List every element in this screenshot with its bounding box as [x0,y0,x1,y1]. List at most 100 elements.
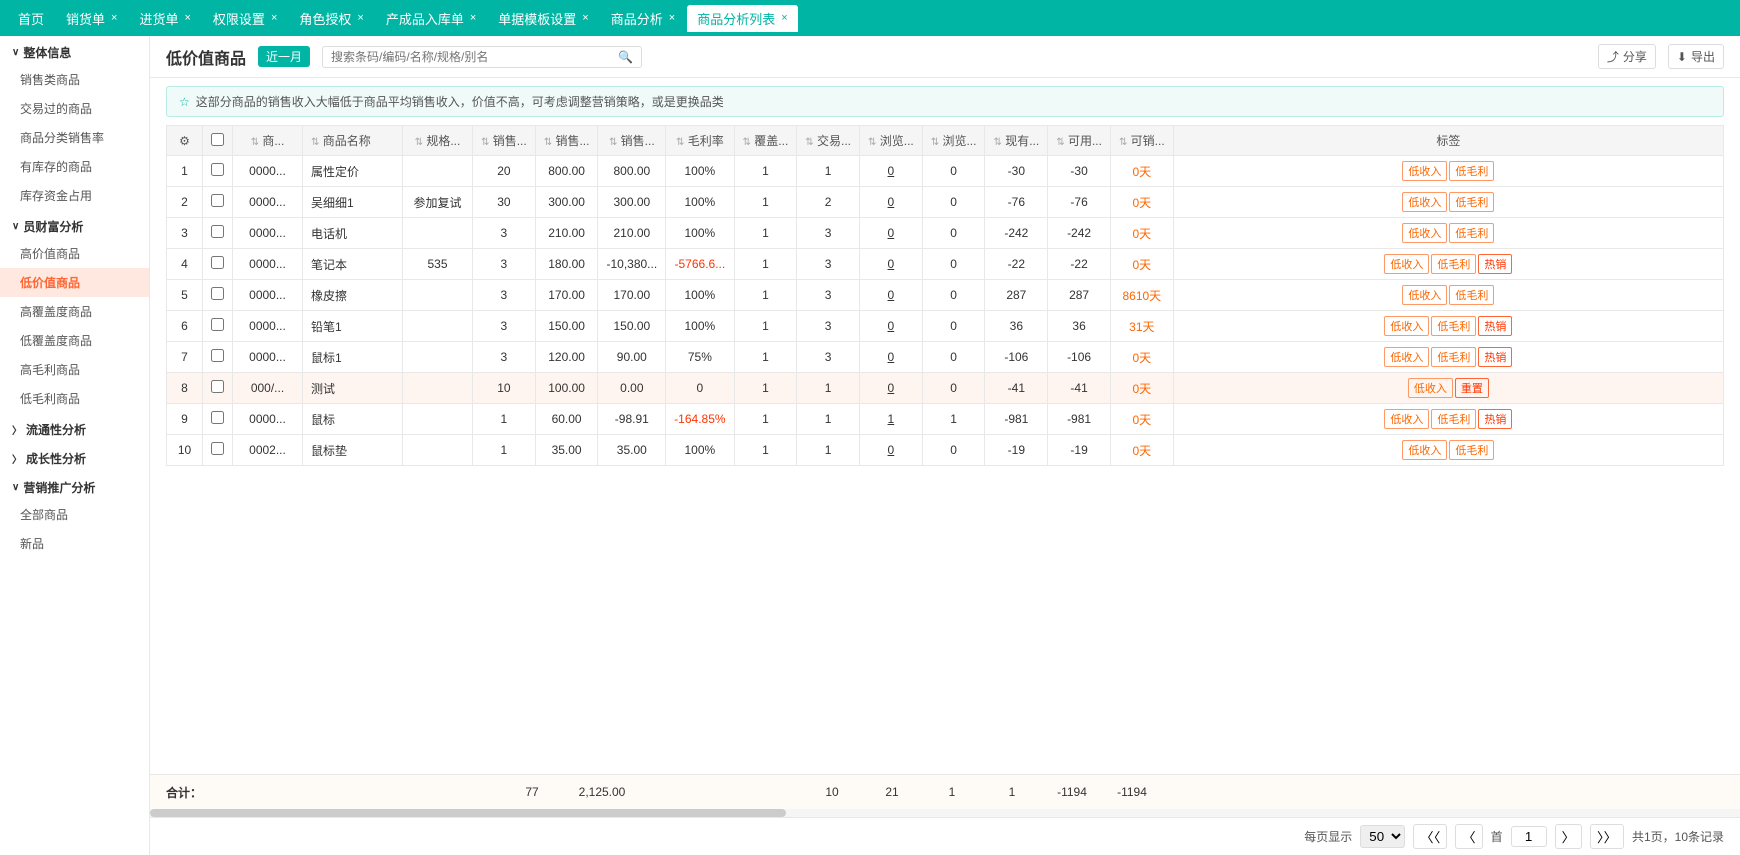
sidebar-group-liquidity[interactable]: 〉 流通性分析 [0,413,149,442]
th-code[interactable]: ⇅ 商... [233,126,303,156]
sidebar-item-low-margin[interactable]: 低毛利商品 [0,384,149,413]
nav-sales[interactable]: 销货单 × [56,5,127,32]
sidebar-group-growth[interactable]: 〉 成长性分析 [0,442,149,471]
browse-link[interactable]: 0 [888,381,895,395]
browse-link[interactable]: 0 [888,288,895,302]
sidebar-item-new-goods[interactable]: 新品 [0,529,149,558]
row-checkbox[interactable] [211,442,224,455]
per-page-select[interactable]: 50 [1360,825,1405,848]
sidebar-item-stock-fund[interactable]: 库存资金占用 [0,181,149,210]
th-margin[interactable]: ⇅ 毛利率 [666,126,734,156]
row-browse1[interactable]: 1 [860,404,923,435]
th-sales1[interactable]: ⇅ 销售... [473,126,536,156]
row-browse1[interactable]: 0 [860,187,923,218]
row-browse1[interactable]: 0 [860,311,923,342]
row-checkbox[interactable] [211,287,224,300]
nav-product-stock[interactable]: 产成品入库单 × [376,5,486,32]
sidebar-group-marketing[interactable]: ∨ 营销推广分析 [0,471,149,500]
row-checkbox-cell[interactable] [203,280,233,311]
nav-goods-analysis-list[interactable]: 商品分析列表 × [687,5,797,32]
page-last-btn[interactable]: 〉〉 [1590,824,1624,849]
row-checkbox[interactable] [211,163,224,176]
page-prev-btn[interactable]: 〈 [1455,824,1482,849]
row-checkbox[interactable] [211,349,224,362]
nav-close-product-stock[interactable]: × [470,12,476,24]
th-browse2[interactable]: ⇅ 浏览... [922,126,985,156]
row-checkbox-cell[interactable] [203,404,233,435]
th-coverage[interactable]: ⇅ 覆盖... [734,126,797,156]
nav-home[interactable]: 首页 [8,5,54,32]
nav-close-permission[interactable]: × [271,12,277,24]
row-checkbox-cell[interactable] [203,156,233,187]
horizontal-scrollbar[interactable] [150,809,1740,817]
search-icon[interactable]: 🔍 [618,50,633,64]
nav-close-purchase[interactable]: × [184,12,190,24]
sidebar-item-category-sales-rate[interactable]: 商品分类销售率 [0,123,149,152]
sidebar-item-all-goods[interactable]: 全部商品 [0,500,149,529]
row-browse1[interactable]: 0 [860,435,923,466]
row-browse1[interactable]: 0 [860,280,923,311]
browse-link[interactable]: 0 [888,164,895,178]
nav-close-sales[interactable]: × [111,12,117,24]
th-sales2[interactable]: ⇅ 销售... [535,126,598,156]
th-trade[interactable]: ⇅ 交易... [797,126,860,156]
th-stock3[interactable]: ⇅ 可销... [1110,126,1173,156]
sidebar-group-finance[interactable]: ∨ 员财富分析 [0,210,149,239]
th-settings[interactable]: ⚙ [167,126,203,156]
page-first-btn[interactable]: 〈〈 [1413,824,1447,849]
row-checkbox-cell[interactable] [203,342,233,373]
row-browse1[interactable]: 0 [860,156,923,187]
row-checkbox[interactable] [211,256,224,269]
nav-close-template[interactable]: × [582,12,588,24]
row-checkbox-cell[interactable] [203,373,233,404]
browse-link[interactable]: 0 [888,319,895,333]
nav-purchase[interactable]: 进货单 × [129,5,200,32]
page-number-input[interactable]: 1 [1511,826,1547,847]
select-all-checkbox[interactable] [211,133,224,146]
row-browse1[interactable]: 0 [860,373,923,404]
row-checkbox[interactable] [211,225,224,238]
sidebar-item-high-value[interactable]: 高价值商品 [0,239,149,268]
row-checkbox-cell[interactable] [203,311,233,342]
th-browse1[interactable]: ⇅ 浏览... [860,126,923,156]
th-name[interactable]: ⇅ 商品名称 [303,126,403,156]
browse-link[interactable]: 0 [888,350,895,364]
browse-link[interactable]: 0 [888,195,895,209]
row-browse1[interactable]: 0 [860,249,923,280]
row-checkbox[interactable] [211,380,224,393]
nav-close-goods-analysis[interactable]: × [669,12,675,24]
nav-role[interactable]: 角色授权 × [289,5,373,32]
nav-close-goods-list[interactable]: × [781,12,787,24]
nav-template[interactable]: 单据模板设置 × [488,5,598,32]
export-button[interactable]: ⬇ 导出 [1668,44,1724,69]
browse-link[interactable]: 0 [888,443,895,457]
row-browse1[interactable]: 0 [860,342,923,373]
th-checkbox[interactable] [203,126,233,156]
nav-goods-analysis[interactable]: 商品分析 × [601,5,685,32]
sidebar-item-low-value[interactable]: 低价值商品 [0,268,149,297]
sidebar-item-sales-goods[interactable]: 销售类商品 [0,65,149,94]
browse-link[interactable]: 0 [888,257,895,271]
th-stock2[interactable]: ⇅ 可用... [1048,126,1111,156]
sidebar-item-low-coverage[interactable]: 低覆盖度商品 [0,326,149,355]
nav-close-role[interactable]: × [357,12,363,24]
row-checkbox-cell[interactable] [203,435,233,466]
scroll-bar-thumb[interactable] [150,809,786,817]
settings-icon[interactable]: ⚙ [179,134,190,148]
row-checkbox-cell[interactable] [203,187,233,218]
th-spec[interactable]: ⇅ 规格... [403,126,473,156]
sidebar-item-in-stock-goods[interactable]: 有库存的商品 [0,152,149,181]
row-checkbox[interactable] [211,194,224,207]
row-checkbox[interactable] [211,318,224,331]
time-filter-btn[interactable]: 近一月 [258,46,310,67]
share-button[interactable]: ⤴ 分享 [1598,44,1656,69]
sidebar-item-high-coverage[interactable]: 高覆盖度商品 [0,297,149,326]
row-checkbox-cell[interactable] [203,249,233,280]
row-checkbox-cell[interactable] [203,218,233,249]
th-sales3[interactable]: ⇅ 销售... [598,126,666,156]
search-input[interactable] [331,50,618,64]
nav-permission[interactable]: 权限设置 × [203,5,287,32]
page-next-btn[interactable]: 〉 [1555,824,1582,849]
row-browse1[interactable]: 0 [860,218,923,249]
browse-link[interactable]: 1 [888,412,895,426]
